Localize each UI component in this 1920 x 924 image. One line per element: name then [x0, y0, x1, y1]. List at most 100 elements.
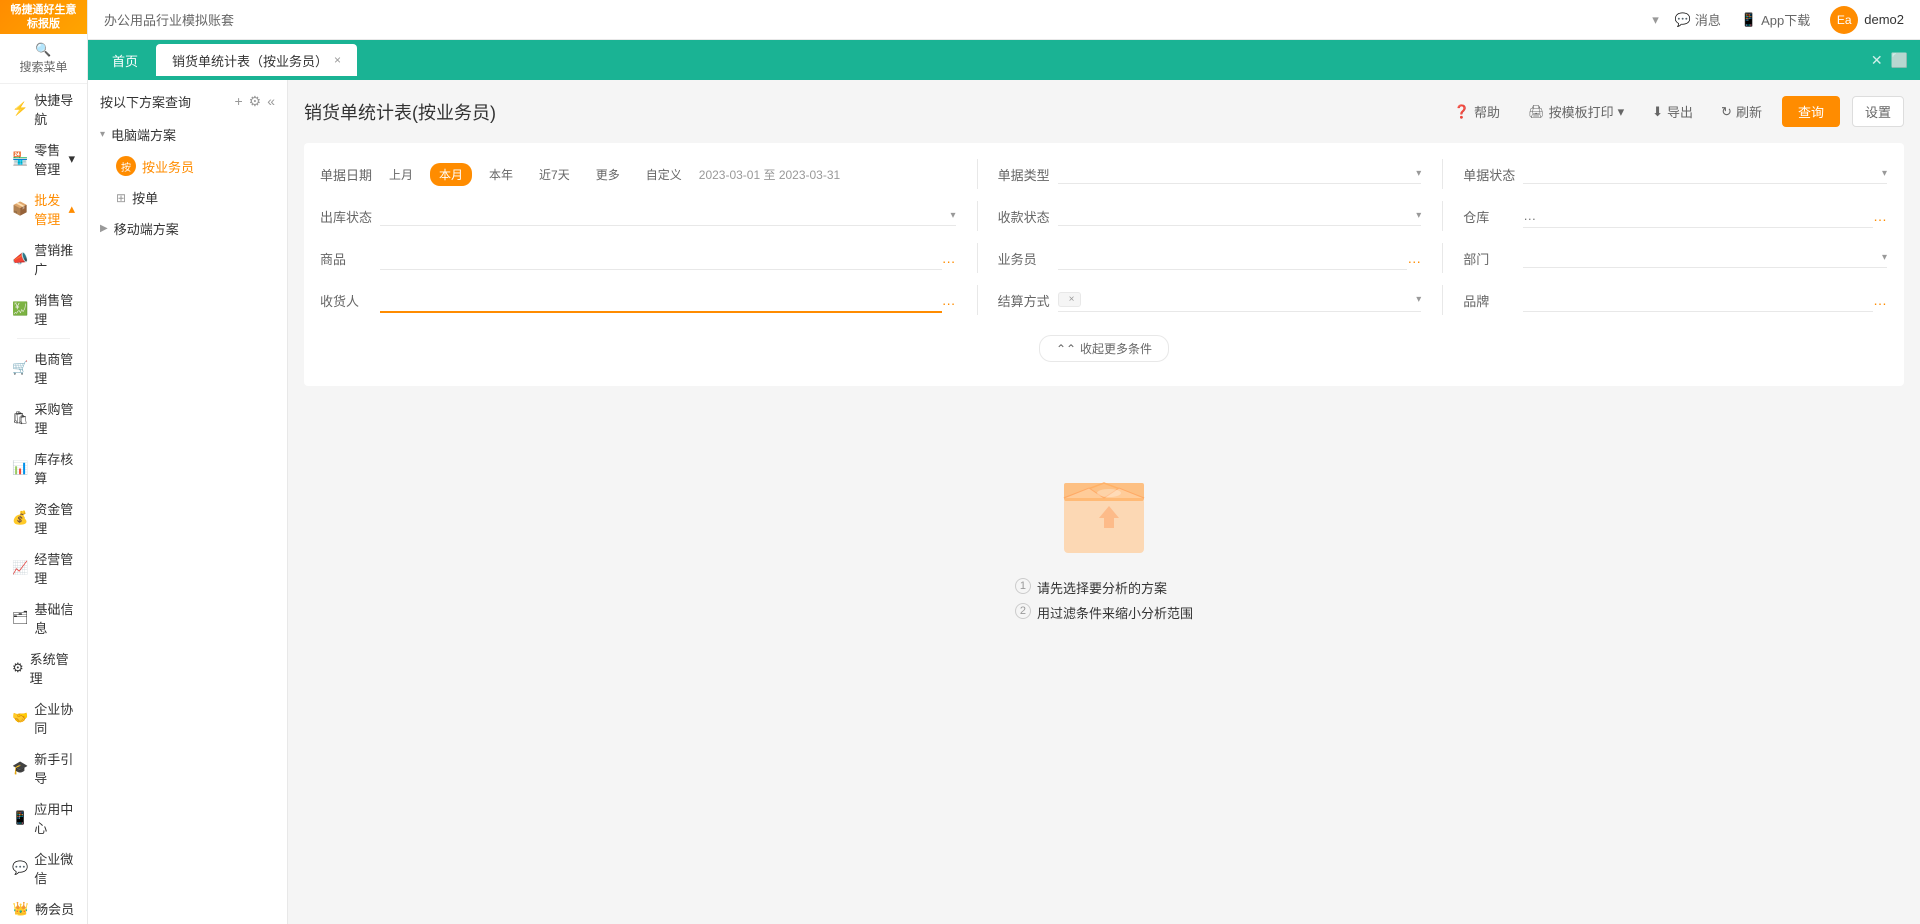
warehouse-input[interactable]: [1523, 204, 1873, 228]
filter-date: 单据日期 上月 本月 本年 近7天 更多 自定义 2023-03-01 至 20…: [320, 163, 957, 186]
purchase-icon: 🛍: [12, 410, 29, 426]
brand-dots[interactable]: …: [1873, 292, 1887, 308]
date-more-btn[interactable]: 更多: [587, 163, 629, 186]
print-button[interactable]: 🖨 按模板打印 ▾: [1520, 98, 1632, 125]
plan-item-by-salesperson[interactable]: 按 按业务员: [88, 150, 287, 182]
settlement-label: 结算方式: [998, 291, 1058, 310]
consignee-dots[interactable]: …: [942, 292, 956, 308]
warehouse-dots[interactable]: …: [1873, 208, 1887, 224]
sales-label: 销售管理: [34, 290, 75, 328]
collapse-button[interactable]: ⌃⌃ 收起更多条件: [1039, 335, 1169, 362]
sidebar-item-corpwechat[interactable]: 💬 企业微信: [0, 843, 87, 893]
refresh-button[interactable]: ↻ 刷新: [1713, 98, 1770, 125]
export-label: 导出: [1667, 102, 1693, 121]
status-select[interactable]: ▾: [1523, 164, 1887, 184]
sidebar-item-marketing[interactable]: 📣 营销推广: [0, 234, 87, 284]
breadcrumb-dropdown[interactable]: ▾: [1652, 12, 1659, 28]
window-close-icon[interactable]: ✕: [1871, 52, 1883, 69]
sidebar-item-system[interactable]: ⚙ 系统管理: [0, 643, 87, 693]
refresh-label: 刷新: [1736, 102, 1762, 121]
sidebar-item-appcenter[interactable]: 📱 应用中心: [0, 793, 87, 843]
hint-num-2: 2: [1015, 603, 1031, 619]
salesperson-input[interactable]: [1058, 246, 1408, 270]
tab-sales-stats[interactable]: 销货单统计表（按业务员） ×: [156, 44, 357, 76]
sidebar-search-section[interactable]: 🔍 搜索菜单: [0, 34, 87, 84]
recv-status-select[interactable]: ▾: [1058, 206, 1422, 226]
recv-status-arrow: ▾: [1416, 210, 1421, 221]
main-area: 办公用品行业模拟账套 ▾ 💬 消息 📱 App下载 Ea demo2 首页: [88, 0, 1920, 924]
print-dropdown-arrow[interactable]: ▾: [1618, 104, 1625, 120]
page-actions: ❓ 帮助 🖨 按模板打印 ▾ ⬇ 导出 ↻ 刷新: [1446, 96, 1904, 127]
export-button[interactable]: ⬇ 导出: [1644, 98, 1701, 125]
help-button[interactable]: ❓ 帮助: [1446, 98, 1508, 125]
sidebar-item-finance[interactable]: 💰 资金管理: [0, 493, 87, 543]
date-last-month-btn[interactable]: 上月: [380, 163, 422, 186]
warehouse-label: 仓库: [1463, 207, 1523, 226]
user-profile-button[interactable]: Ea demo2: [1830, 6, 1904, 34]
export-icon: ⬇: [1652, 104, 1663, 120]
brand-input[interactable]: [1523, 288, 1873, 312]
date-custom-btn[interactable]: 自定义: [637, 163, 691, 186]
sidebar-item-quicknav[interactable]: ⚡ 快捷导航: [0, 84, 87, 134]
type-select[interactable]: ▾: [1058, 164, 1422, 184]
filter-consignee: 收货人 …: [320, 288, 957, 313]
sidebar-item-retail[interactable]: 🏪 零售管理 ▾: [0, 134, 87, 184]
goods-input[interactable]: [380, 246, 942, 270]
collapse-up-icon: ⌃⌃: [1056, 342, 1076, 356]
sidebar-item-wholesale[interactable]: 📦 批发管理 ▴: [0, 184, 87, 234]
sidebar-item-member[interactable]: 👑 畅会员: [1, 893, 86, 924]
wholesale-icon: 📦: [12, 201, 28, 217]
settings-button[interactable]: 设置: [1852, 96, 1904, 127]
date-this-month-btn[interactable]: 本月: [430, 163, 472, 186]
sidebar-item-basic[interactable]: 🗂 基础信息: [0, 593, 87, 643]
sidebar-item-sales[interactable]: 💹 销售管理: [0, 284, 87, 334]
sidebar-item-operations[interactable]: 📈 经营管理: [0, 543, 87, 593]
collapse-label: 收起更多条件: [1080, 340, 1152, 357]
filter-warehouse: 仓库 …: [1463, 204, 1888, 228]
goods-dots[interactable]: …: [942, 250, 956, 266]
ecommerce-icon: 🛒: [12, 360, 28, 376]
date-this-year-btn[interactable]: 本年: [480, 163, 522, 186]
dept-select[interactable]: ▾: [1523, 248, 1887, 268]
settlement-select[interactable]: × ▾: [1058, 288, 1422, 312]
wholesale-label: 批发管理: [34, 190, 62, 228]
page-header: 销货单统计表(按业务员) ❓ 帮助 🖨 按模板打印 ▾ ⬇ 导出: [304, 96, 1904, 127]
salesperson-dots[interactable]: …: [1407, 250, 1421, 266]
sidebar-item-inventory[interactable]: 📊 库存核算: [0, 443, 87, 493]
sidebar-item-purchase[interactable]: 🛍 采购管理: [0, 393, 87, 443]
newbie-icon: 🎓: [12, 760, 28, 776]
add-plan-button[interactable]: +: [234, 93, 242, 110]
window-max-icon[interactable]: ⬜: [1891, 52, 1908, 69]
appcenter-icon: 📱: [12, 810, 28, 826]
sidebar-item-newbie[interactable]: 🎓 新手引导: [0, 743, 87, 793]
filter-divider-7: [977, 285, 978, 315]
plan-settings-button[interactable]: ⚙: [249, 93, 262, 110]
filter-row-4: 收货人 … 结算方式 × ▾: [320, 285, 1888, 315]
tab-home[interactable]: 首页: [96, 44, 154, 76]
app-logo: 畅捷通好生意 标报版: [0, 0, 88, 34]
settlement-tag-close[interactable]: ×: [1069, 294, 1075, 305]
sidebar-item-enterprise[interactable]: 🤝 企业协同: [0, 693, 87, 743]
left-panel: 按以下方案查询 + ⚙ « ▾ 电脑端方案 按 按业务员 ⊞ 按单 ▶: [88, 80, 288, 924]
filter-row-2: 出库状态 ▾ 收款状态 ▾: [320, 201, 1888, 231]
sidebar-item-ecommerce[interactable]: 🛒 电商管理: [0, 343, 87, 393]
message-button[interactable]: 💬 消息: [1675, 10, 1721, 29]
tab-close-icon[interactable]: ×: [334, 53, 341, 67]
window-controls: ✕ ⬜: [1871, 52, 1920, 69]
finance-icon: 💰: [12, 510, 28, 526]
plan-item-by-order[interactable]: ⊞ 按单: [88, 182, 287, 213]
empty-hint-list: 1 请先选择要分析的方案 2 用过滤条件来缩小分析范围: [1015, 578, 1193, 628]
out-status-arrow: ▾: [951, 210, 956, 221]
retail-label: 零售管理: [34, 140, 62, 178]
date-range-text: 2023-03-01 至 2023-03-31: [699, 166, 840, 183]
query-button[interactable]: 查询: [1782, 96, 1840, 127]
out-status-select[interactable]: ▾: [380, 206, 956, 226]
inventory-icon: 📊: [12, 460, 28, 476]
collapse-panel-button[interactable]: «: [267, 93, 275, 110]
date-last7-btn[interactable]: 近7天: [530, 163, 579, 186]
consignee-input[interactable]: [380, 288, 942, 313]
app-download-button[interactable]: 📱 App下载: [1741, 10, 1810, 29]
empty-illustration: [1044, 458, 1164, 558]
inventory-label: 库存核算: [34, 449, 75, 487]
out-status-label: 出库状态: [320, 207, 380, 226]
